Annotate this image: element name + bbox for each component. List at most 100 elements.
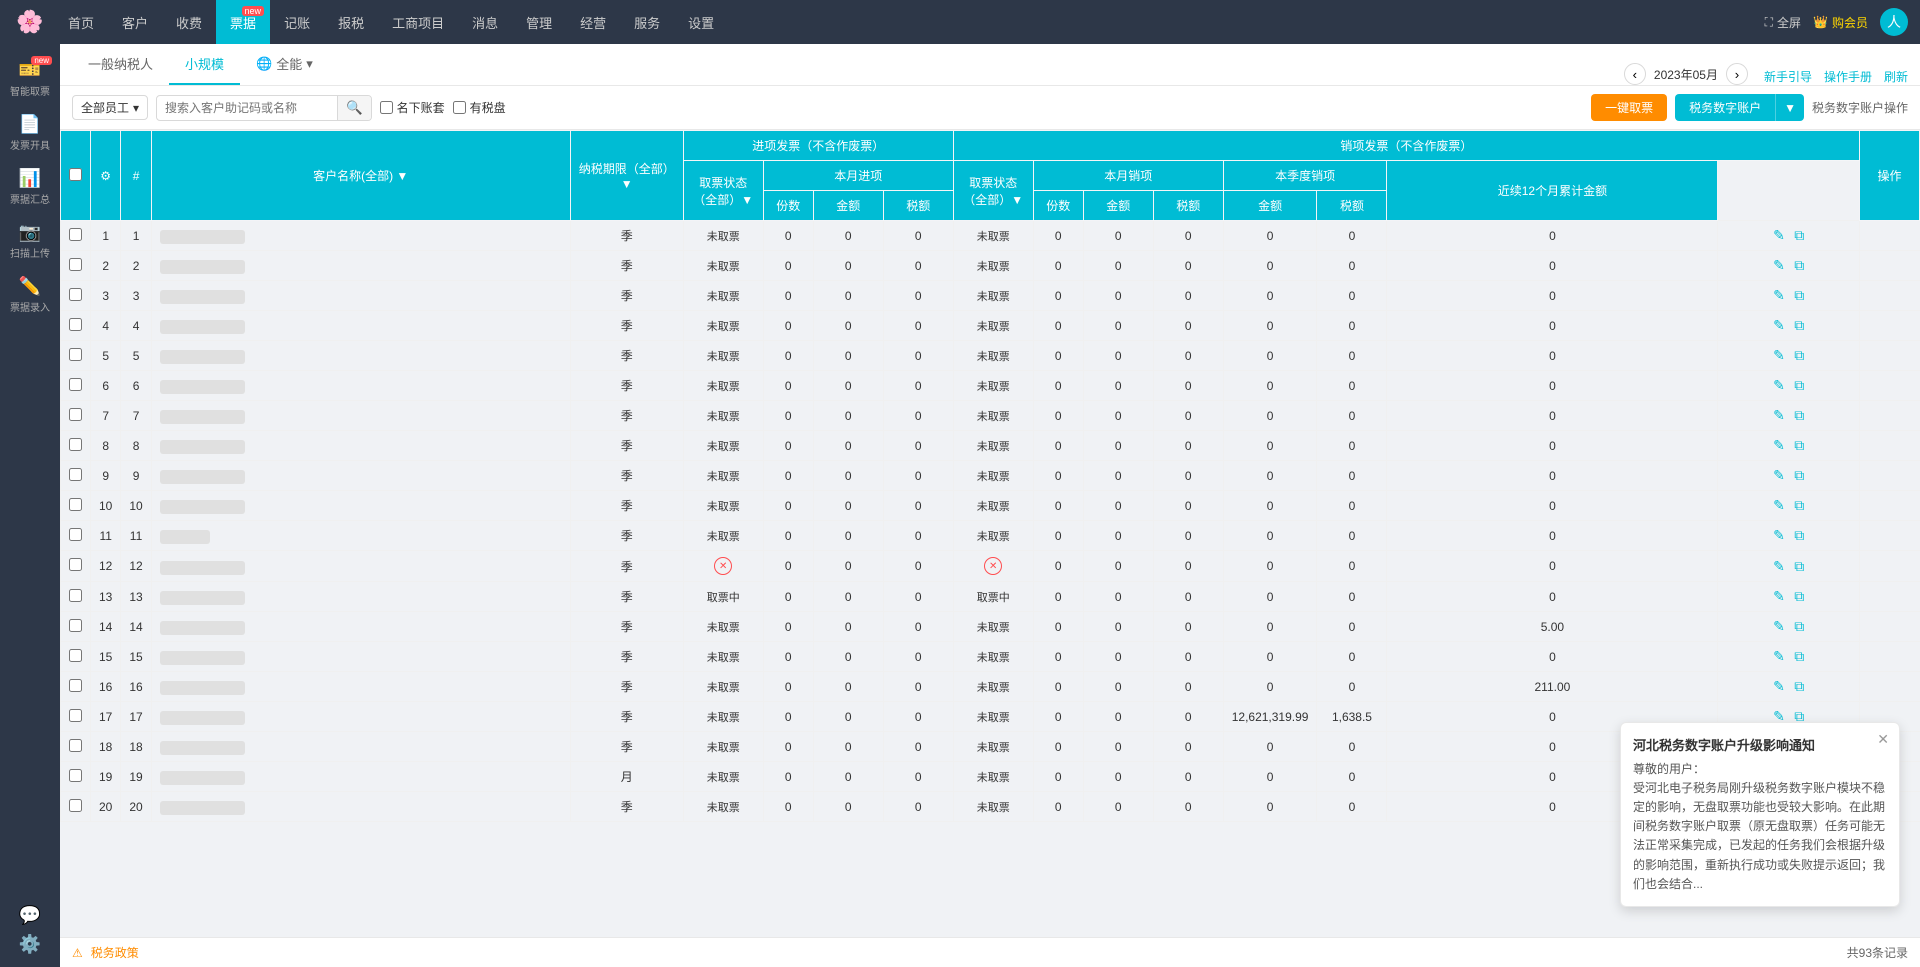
tab-small-scale[interactable]: 小规模 — [169, 44, 240, 85]
fullscreen-button[interactable]: ⛶ 全屏 — [1765, 14, 1801, 31]
td-checkbox[interactable] — [61, 612, 91, 642]
select-all-checkbox[interactable] — [69, 168, 82, 181]
row-checkbox[interactable] — [69, 739, 82, 752]
row-checkbox[interactable] — [69, 438, 82, 451]
app-logo[interactable]: 🌸 — [12, 4, 48, 40]
edit-icon[interactable]: ✎ — [1770, 227, 1788, 243]
copy-icon[interactable]: ⧉ — [1791, 287, 1807, 303]
member-button[interactable]: 👑 购会员 — [1813, 14, 1868, 31]
sidebar-item-invoice-summary[interactable]: 📊 票据汇总 — [0, 160, 60, 214]
sidebar-item-smart-ticket[interactable]: 🎫 智能取票 new — [0, 52, 60, 106]
td-checkbox[interactable] — [61, 551, 91, 582]
row-checkbox[interactable] — [69, 799, 82, 812]
nav-messages[interactable]: 消息 — [458, 0, 512, 44]
row-checkbox[interactable] — [69, 709, 82, 722]
copy-icon[interactable]: ⧉ — [1791, 407, 1807, 423]
nav-settings[interactable]: 设置 — [674, 0, 728, 44]
td-checkbox[interactable] — [61, 221, 91, 251]
edit-icon[interactable]: ✎ — [1770, 467, 1788, 483]
tab-all-capable[interactable]: 🌐 全能 ▾ — [240, 44, 329, 85]
nav-clients[interactable]: 客户 — [108, 0, 162, 44]
row-checkbox[interactable] — [69, 468, 82, 481]
policy-link[interactable]: 税务政策 — [91, 944, 139, 961]
row-checkbox[interactable] — [69, 288, 82, 301]
td-checkbox[interactable] — [61, 672, 91, 702]
nav-home[interactable]: 首页 — [54, 0, 108, 44]
refresh-link[interactable]: 刷新 — [1884, 68, 1908, 85]
row-checkbox[interactable] — [69, 769, 82, 782]
edit-icon[interactable]: ✎ — [1770, 437, 1788, 453]
has-tax-check[interactable]: 有税盘 — [453, 99, 506, 116]
sidebar-item-invoice-issue[interactable]: 📄 发票开具 — [0, 106, 60, 160]
th-client-name[interactable]: 客户名称(全部) ▼ — [151, 131, 570, 221]
row-checkbox[interactable] — [69, 679, 82, 692]
row-checkbox[interactable] — [69, 589, 82, 602]
notification-close-button[interactable]: ✕ — [1877, 731, 1889, 748]
row-checkbox[interactable] — [69, 258, 82, 271]
td-checkbox[interactable] — [61, 491, 91, 521]
row-checkbox[interactable] — [69, 318, 82, 331]
edit-icon[interactable]: ✎ — [1770, 678, 1788, 694]
name-account-check[interactable]: 名下账套 — [380, 99, 445, 116]
td-checkbox[interactable] — [61, 371, 91, 401]
nav-business[interactable]: 工商项目 — [378, 0, 458, 44]
prev-period-button[interactable]: ‹ — [1624, 63, 1646, 85]
edit-icon[interactable]: ✎ — [1770, 497, 1788, 513]
nav-accounting[interactable]: 记账 — [270, 0, 324, 44]
edit-icon[interactable]: ✎ — [1770, 648, 1788, 664]
td-checkbox[interactable] — [61, 461, 91, 491]
manual-link[interactable]: 操作手册 — [1824, 68, 1872, 85]
row-checkbox[interactable] — [69, 649, 82, 662]
edit-icon[interactable]: ✎ — [1770, 347, 1788, 363]
tax-digital-dropdown[interactable]: ▼ — [1775, 94, 1804, 121]
edit-icon[interactable]: ✎ — [1770, 377, 1788, 393]
new-guide-link[interactable]: 新手引导 — [1764, 68, 1812, 85]
td-checkbox[interactable] — [61, 311, 91, 341]
td-checkbox[interactable] — [61, 251, 91, 281]
nav-fees[interactable]: 收费 — [162, 0, 216, 44]
copy-icon[interactable]: ⧉ — [1791, 347, 1807, 363]
copy-icon[interactable]: ⧉ — [1791, 618, 1807, 634]
td-checkbox[interactable] — [61, 401, 91, 431]
tax-digital-button[interactable]: 税务数字账户 — [1675, 94, 1775, 121]
td-checkbox[interactable] — [61, 792, 91, 822]
nav-tax[interactable]: 报税 — [324, 0, 378, 44]
edit-icon[interactable]: ✎ — [1770, 558, 1788, 574]
has-tax-checkbox[interactable] — [453, 101, 466, 114]
td-checkbox[interactable] — [61, 281, 91, 311]
sidebar-settings-icon[interactable]: ⚙️ — [19, 934, 41, 955]
copy-icon[interactable]: ⧉ — [1791, 257, 1807, 273]
copy-icon[interactable]: ⧉ — [1791, 317, 1807, 333]
nav-operation[interactable]: 经营 — [566, 0, 620, 44]
copy-icon[interactable]: ⧉ — [1791, 377, 1807, 393]
tab-general-taxpayer[interactable]: 一般纳税人 — [72, 44, 169, 85]
user-avatar[interactable]: 人 — [1880, 8, 1908, 36]
edit-icon[interactable]: ✎ — [1770, 407, 1788, 423]
td-checkbox[interactable] — [61, 521, 91, 551]
edit-icon[interactable]: ✎ — [1770, 287, 1788, 303]
edit-icon[interactable]: ✎ — [1770, 618, 1788, 634]
copy-icon[interactable]: ⧉ — [1791, 467, 1807, 483]
sidebar-item-invoice-entry[interactable]: ✏️ 票据录入 — [0, 268, 60, 322]
copy-icon[interactable]: ⧉ — [1791, 678, 1807, 694]
row-checkbox[interactable] — [69, 408, 82, 421]
nav-service[interactable]: 服务 — [620, 0, 674, 44]
row-checkbox[interactable] — [69, 498, 82, 511]
td-checkbox[interactable] — [61, 582, 91, 612]
sidebar-item-scan-upload[interactable]: 📷 扫描上传 — [0, 214, 60, 268]
nav-manage[interactable]: 管理 — [512, 0, 566, 44]
name-account-checkbox[interactable] — [380, 101, 393, 114]
copy-icon[interactable]: ⧉ — [1791, 527, 1807, 543]
edit-icon[interactable]: ✎ — [1770, 588, 1788, 604]
copy-icon[interactable]: ⧉ — [1791, 558, 1807, 574]
row-checkbox[interactable] — [69, 619, 82, 632]
sidebar-chat-icon[interactable]: 💬 — [19, 905, 41, 926]
copy-icon[interactable]: ⧉ — [1791, 437, 1807, 453]
nav-invoices[interactable]: 票据 new — [216, 0, 270, 44]
td-checkbox[interactable] — [61, 431, 91, 461]
next-period-button[interactable]: › — [1726, 63, 1748, 85]
copy-icon[interactable]: ⧉ — [1791, 588, 1807, 604]
row-checkbox[interactable] — [69, 348, 82, 361]
td-checkbox[interactable] — [61, 642, 91, 672]
th-outcome-fetch-status[interactable]: 取票状态 （全部）▼ — [953, 161, 1033, 221]
